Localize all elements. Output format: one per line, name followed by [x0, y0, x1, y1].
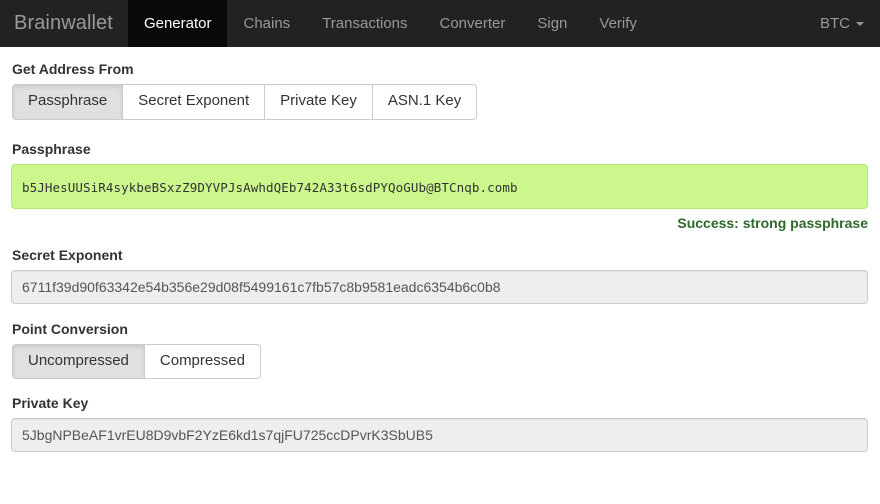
- brand-logo[interactable]: Brainwallet: [0, 0, 128, 47]
- currency-selector[interactable]: BTC: [820, 15, 864, 32]
- source-button-passphrase[interactable]: Passphrase: [12, 84, 124, 120]
- nav-item-chains[interactable]: Chains: [227, 0, 306, 47]
- secret-exponent-input[interactable]: [11, 269, 868, 304]
- point-conversion-button-group: Uncompressed Compressed: [12, 343, 261, 379]
- passphrase-input[interactable]: [11, 163, 868, 209]
- nav-item-transactions[interactable]: Transactions: [306, 0, 423, 47]
- nav-item-generator[interactable]: Generator: [127, 0, 228, 47]
- private-key-label: Private Key: [12, 395, 89, 411]
- chevron-down-icon: [856, 21, 864, 26]
- passphrase-strength-message: Success: strong passphrase: [677, 214, 868, 231]
- source-button-secret-exponent[interactable]: Secret Exponent: [123, 84, 266, 120]
- generator-form: Get Address From Passphrase Secret Expon…: [0, 61, 880, 452]
- source-button-private-key[interactable]: Private Key: [265, 84, 373, 120]
- passphrase-label: Passphrase: [12, 140, 91, 157]
- nav-item-verify[interactable]: Verify: [583, 0, 653, 47]
- private-key-input[interactable]: [11, 418, 868, 452]
- point-button-uncompressed[interactable]: Uncompressed: [12, 343, 145, 379]
- nav-item-converter[interactable]: Converter: [424, 0, 522, 47]
- currency-label: BTC: [820, 15, 850, 32]
- navbar-right-section: BTC: [820, 0, 880, 47]
- get-address-from-label: Get Address From: [12, 61, 134, 77]
- nav-menu: Generator Chains Transactions Converter …: [127, 0, 653, 47]
- point-conversion-label: Point Conversion: [12, 320, 128, 337]
- address-source-button-group: Passphrase Secret Exponent Private Key A…: [12, 84, 478, 120]
- top-navbar: Brainwallet Generator Chains Transaction…: [0, 0, 880, 47]
- nav-item-sign[interactable]: Sign: [521, 0, 583, 47]
- point-button-compressed[interactable]: Compressed: [144, 343, 261, 379]
- source-button-asn1-key[interactable]: ASN.1 Key: [372, 84, 478, 120]
- secret-exponent-label: Secret Exponent: [12, 246, 123, 263]
